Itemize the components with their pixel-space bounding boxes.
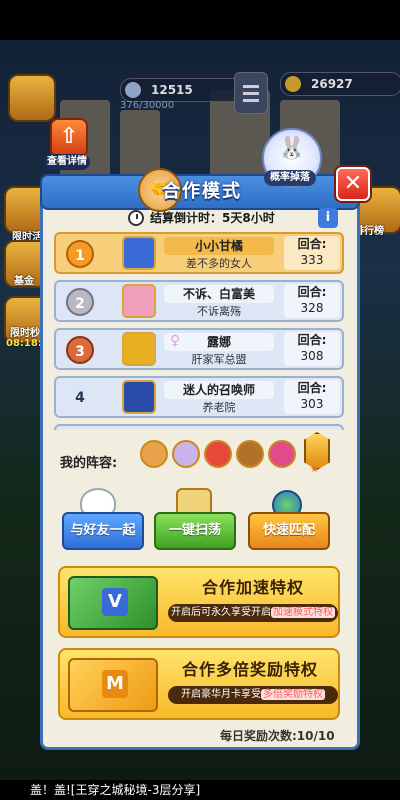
- rank-number: 4: [75, 390, 85, 406]
- guild-name: 养老院: [202, 401, 236, 414]
- round-box: 回合: 328: [284, 284, 340, 318]
- power-icon: [125, 82, 141, 98]
- clock-icon: [128, 210, 144, 226]
- quick-match-button[interactable]: 快速匹配: [248, 512, 330, 550]
- rank-medal-bronze-icon: 3: [66, 336, 94, 364]
- sweep-button[interactable]: 一键扫荡: [154, 512, 236, 550]
- round-box: 回合: 308: [284, 332, 340, 366]
- ranking-row[interactable]: 3 ♀ 露娜 肝家军总盟 回合: 308: [54, 328, 344, 370]
- guild-name: 不诉离殇: [197, 305, 241, 318]
- guild-name: 肝家军总盟: [191, 353, 247, 366]
- avatar: [122, 332, 156, 366]
- hero-avatar[interactable]: [268, 440, 296, 468]
- star-icon: ★: [310, 464, 319, 475]
- close-button[interactable]: ✕: [336, 167, 370, 201]
- menu-button[interactable]: [234, 72, 268, 114]
- chat-marquee[interactable]: 盖！盖![王穿之城秘境-3层分享]: [0, 780, 400, 800]
- play-with-friend-button[interactable]: 与好友一起: [62, 512, 144, 550]
- lineup-label: 我的阵容:: [60, 456, 118, 471]
- player-name: 不诉、白富美: [164, 285, 274, 303]
- rank-medal-silver-icon: 2: [66, 288, 94, 316]
- coin-display: 26927: [280, 72, 400, 96]
- hero-avatar[interactable]: [172, 440, 200, 468]
- status-bar: [0, 0, 400, 40]
- side-timer: 08:18:: [6, 338, 42, 349]
- rank-medal-gold-icon: 1: [66, 240, 94, 268]
- hero-avatar[interactable]: [204, 440, 232, 468]
- ranking-row[interactable]: 2 不诉、白富美 不诉离殇 回合: 328: [54, 280, 344, 322]
- ranking-row[interactable]: [54, 424, 344, 430]
- info-button[interactable]: i: [318, 208, 338, 228]
- ranking-row[interactable]: 4 迷人的召唤师 养老院 回合: 303: [54, 376, 344, 418]
- avatar: [122, 236, 156, 270]
- privilege-title: 合作加速特权: [201, 578, 304, 597]
- arrow-up-icon: ⇧: [50, 118, 88, 158]
- hero-avatar[interactable]: [140, 440, 168, 468]
- coin-icon: [285, 76, 301, 92]
- privilege-desc: 开启豪华月卡享受 多倍奖励特权: [168, 686, 338, 704]
- avatar: [122, 380, 156, 414]
- monster-icon: 🐰: [278, 136, 306, 161]
- ranking-row[interactable]: 1 小小甘橘 差不多的女人 回合: 333: [54, 232, 344, 274]
- hero-avatar[interactable]: [236, 440, 264, 468]
- privilege-desc: 开启后可永久享受开启 加速模式特权: [168, 604, 338, 622]
- player-name: 小小甘橘: [164, 237, 274, 255]
- ranking-list[interactable]: 1 小小甘橘 差不多的女人 回合: 333 2 不诉、白富美 不诉离殇 回合: …: [54, 232, 344, 430]
- avatar: [122, 284, 156, 318]
- vip-card-icon: V: [68, 576, 158, 630]
- settlement-countdown: 结算倒计时：5天8小时: [128, 208, 275, 228]
- side-label-flash: 限时秒: [10, 328, 40, 339]
- power-display: 12515: [120, 78, 252, 102]
- speedup-privilege-banner[interactable]: V 合作加速特权 开启后可永久享受开启 加速模式特权: [58, 566, 340, 638]
- monthly-card-icon: M: [68, 658, 158, 712]
- privilege-title: 合作多倍奖励特权: [181, 660, 318, 679]
- drop-rate-label: 概率掉落: [264, 170, 316, 186]
- daily-reward-count: 每日奖励次数:10/10: [220, 729, 335, 743]
- multi-reward-privilege-banner[interactable]: M 合作多倍奖励特权 开启豪华月卡享受 多倍奖励特权: [58, 648, 340, 720]
- player-name: 露娜: [164, 333, 274, 351]
- view-details-button[interactable]: ⇧ 查看详情: [44, 118, 90, 170]
- side-label-fund: 基金: [14, 276, 34, 287]
- guild-name: 差不多的女人: [186, 257, 252, 270]
- player-name: 迷人的召唤师: [164, 381, 274, 399]
- exp-text: 376/30000: [120, 100, 175, 111]
- round-box: 回合: 333: [284, 236, 340, 270]
- player-avatar[interactable]: [8, 74, 56, 122]
- round-box: 回合: 303: [284, 380, 340, 414]
